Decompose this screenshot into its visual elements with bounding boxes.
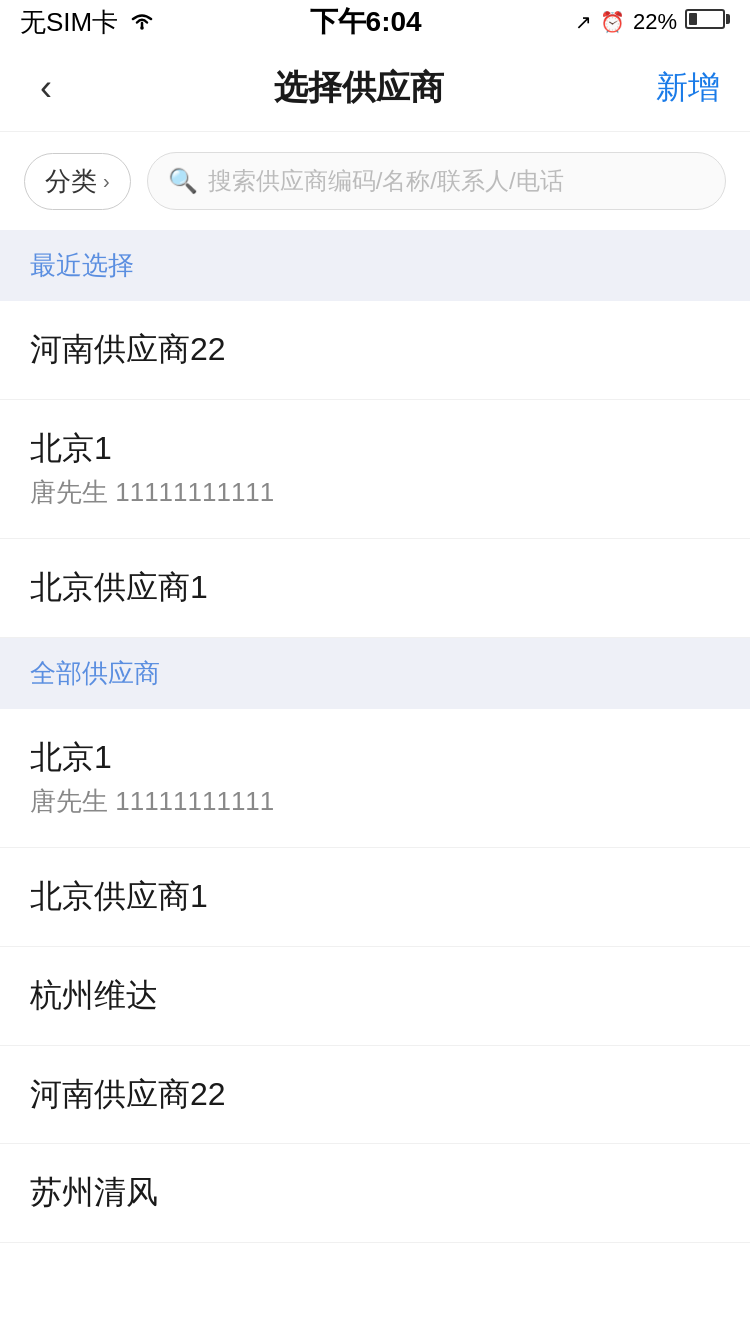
- search-icon: 🔍: [168, 167, 198, 195]
- all-section-label: 全部供应商: [30, 658, 160, 688]
- item-name: 河南供应商22: [30, 1074, 720, 1116]
- status-right: ↗ ⏰ 22%: [575, 9, 730, 35]
- list-item[interactable]: 北京1 唐先生 11111111111: [0, 709, 750, 849]
- battery-percent: 22%: [633, 9, 677, 35]
- all-items-list: 北京1 唐先生 11111111111 北京供应商1 杭州维达河南供应商22 苏州清风: [0, 709, 750, 1243]
- category-label: 分类: [45, 164, 97, 199]
- recent-section-label: 最近选择: [30, 250, 134, 280]
- back-button[interactable]: ‹: [30, 57, 62, 119]
- list-item[interactable]: 苏州清风: [0, 1144, 750, 1243]
- status-bar: 无SIM卡 下午6:04 ↗ ⏰ 22%: [0, 0, 750, 44]
- filter-bar: 分类 › 🔍 搜索供应商编码/名称/联系人/电话: [0, 132, 750, 230]
- item-sub: 唐先生 11111111111: [30, 475, 720, 510]
- item-name: 北京供应商1: [30, 876, 720, 918]
- item-name: 杭州维达: [30, 975, 720, 1017]
- location-icon: ↗: [575, 10, 592, 34]
- chevron-right-icon: ›: [103, 170, 110, 193]
- recent-section-header: 最近选择: [0, 230, 750, 301]
- search-box[interactable]: 🔍 搜索供应商编码/名称/联系人/电话: [147, 152, 726, 210]
- item-name: 苏州清风: [30, 1172, 720, 1214]
- list-item[interactable]: 北京1 唐先生 11111111111: [0, 400, 750, 540]
- status-carrier: 无SIM卡: [20, 5, 156, 40]
- wifi-icon: [128, 7, 156, 38]
- list-item[interactable]: 北京供应商1: [0, 539, 750, 638]
- category-button[interactable]: 分类 ›: [24, 153, 131, 210]
- item-sub: 唐先生 11111111111: [30, 784, 720, 819]
- list-item[interactable]: 北京供应商1: [0, 848, 750, 947]
- list-item[interactable]: 杭州维达: [0, 947, 750, 1046]
- item-name: 北京1: [30, 737, 720, 779]
- nav-bar: ‹ 选择供应商 新增: [0, 44, 750, 132]
- alarm-icon: ⏰: [600, 10, 625, 34]
- item-name: 北京供应商1: [30, 567, 720, 609]
- svg-point-0: [140, 26, 144, 30]
- list-item[interactable]: 河南供应商22: [0, 301, 750, 400]
- page-title: 选择供应商: [274, 65, 444, 111]
- status-time: 下午6:04: [310, 3, 422, 41]
- battery-icon: [685, 9, 730, 35]
- item-name: 河南供应商22: [30, 329, 720, 371]
- recent-items-list: 河南供应商22 北京1 唐先生 11111111111 北京供应商1: [0, 301, 750, 638]
- all-section-header: 全部供应商: [0, 638, 750, 709]
- search-placeholder: 搜索供应商编码/名称/联系人/电话: [208, 165, 564, 197]
- list-item[interactable]: 河南供应商22: [0, 1046, 750, 1145]
- add-button[interactable]: 新增: [656, 66, 720, 110]
- item-name: 北京1: [30, 428, 720, 470]
